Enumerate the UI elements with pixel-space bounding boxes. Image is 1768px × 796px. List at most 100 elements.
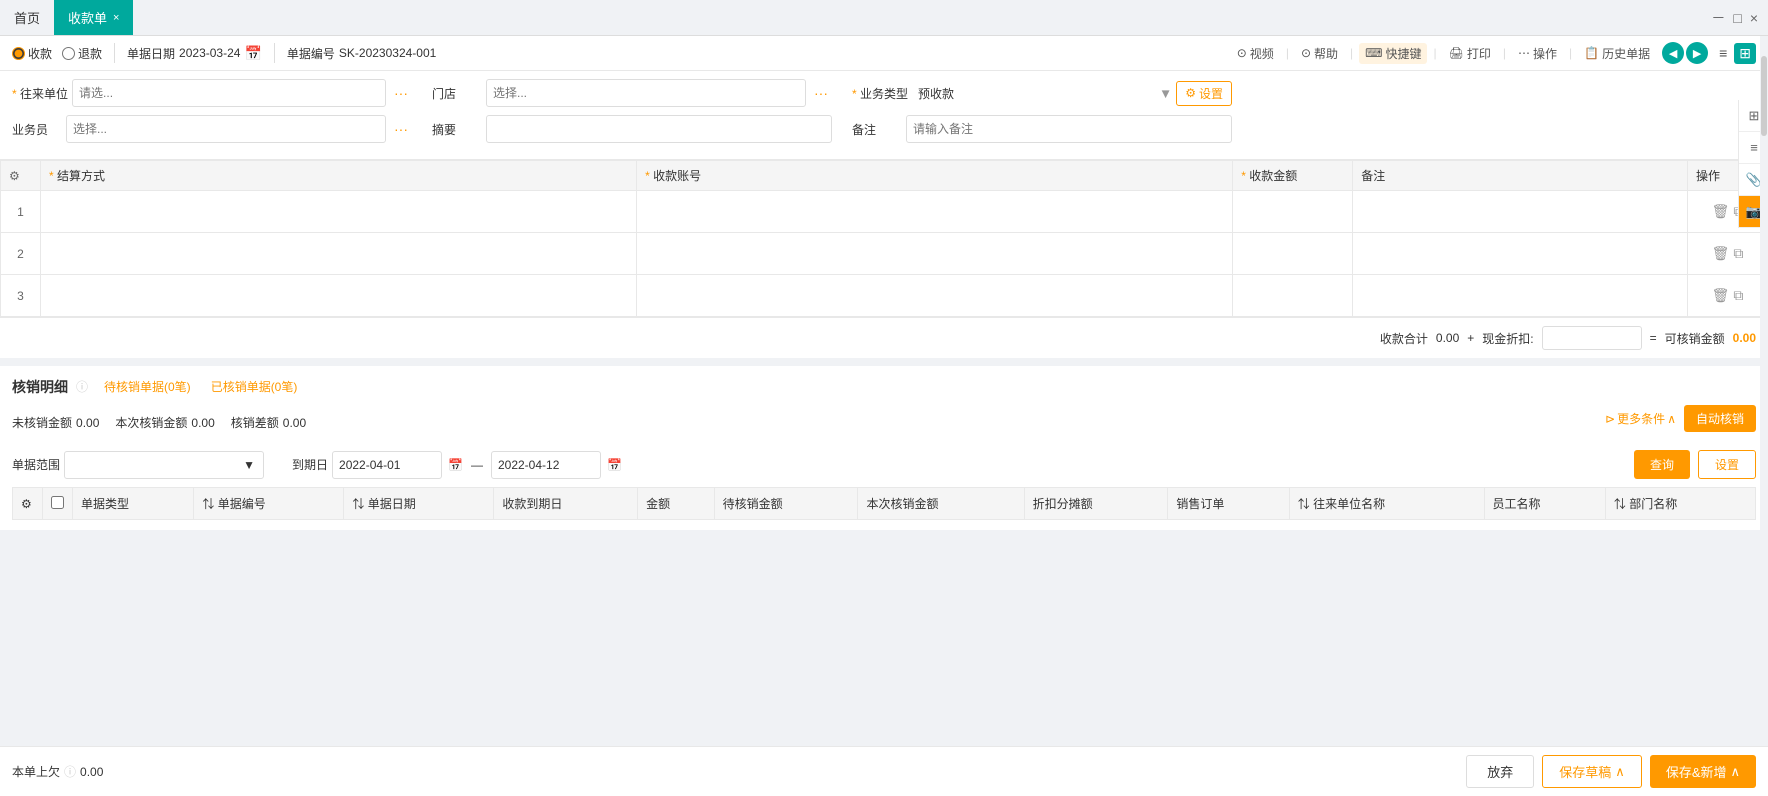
row-2-note[interactable] <box>1353 233 1688 275</box>
setting-btn[interactable]: ⚙ 设置 <box>1176 81 1232 106</box>
unrealized-label: 未核销金额 <box>12 414 72 431</box>
draft-btn[interactable]: 保存草稿 ∧ <box>1542 755 1642 788</box>
history-label: 历史单据 <box>1602 45 1650 62</box>
row-3-account[interactable] <box>637 275 1233 317</box>
draft-chevron-icon: ∧ <box>1615 764 1625 780</box>
row-1-amount[interactable] <box>1233 191 1353 233</box>
staff-field: 业务员 ··· <box>12 115 412 143</box>
table-row: 1 🗑 ⧉ <box>1 191 1768 233</box>
tab-receipt-label: 收款单 <box>68 8 107 27</box>
refund-radio[interactable]: 退款 <box>62 45 102 62</box>
tab-close-icon[interactable]: × <box>113 12 119 24</box>
discount-input[interactable] <box>1542 326 1642 350</box>
row-3-copy-icon[interactable]: ⧉ <box>1733 287 1743 304</box>
filter-row: 单据范围 ▼ 到期日 2022-04-01 📅 — 2022-04-12 📅 查… <box>12 450 1756 479</box>
verify-section: 核销明细 ⓘ 待核销单据(0笔) 已核销单据(0笔) 未核销金额 0.00 本次… <box>0 366 1768 530</box>
prev-value: 0.00 <box>80 765 103 779</box>
history-btn[interactable]: 📋 历史单据 <box>1578 43 1656 64</box>
row-2-amount[interactable] <box>1233 233 1353 275</box>
note-input[interactable] <box>906 115 1232 143</box>
row-num-2: 2 <box>1 233 41 275</box>
verify-toolbar: ⊳ 更多条件 ∧ 自动核销 <box>1605 405 1756 432</box>
layout-list-icon[interactable]: ≡ <box>1714 43 1732 64</box>
query-btn[interactable]: 查询 <box>1634 450 1690 479</box>
video-btn[interactable]: ⊙ 视频 <box>1231 43 1280 64</box>
row-3-amount[interactable] <box>1233 275 1353 317</box>
partner-input[interactable] <box>72 79 386 107</box>
partner-more-btn[interactable]: ··· <box>390 85 412 101</box>
verify-header: 核销明细 ⓘ 待核销单据(0笔) 已核销单据(0笔) <box>12 376 1756 397</box>
shortcut-btn[interactable]: ⌨ 快捷键 <box>1359 43 1427 64</box>
layout-grid-icon[interactable]: ⊞ <box>1734 43 1756 64</box>
due-to-input[interactable]: 2022-04-12 <box>491 451 601 479</box>
date-calendar-icon[interactable]: 📅 <box>244 45 261 62</box>
tab-done[interactable]: 已核销单据(0笔) <box>203 376 306 397</box>
note-field: 备注 <box>852 115 1232 143</box>
help-btn[interactable]: ⊙ 帮助 <box>1295 43 1344 64</box>
cal-from-icon[interactable]: 📅 <box>448 458 463 472</box>
staff-input[interactable] <box>66 115 386 143</box>
table-gear-icon[interactable]: ⚙ <box>9 169 20 183</box>
sub-col-date: ⇅ 单据日期 <box>344 488 494 520</box>
row-2-copy-icon[interactable]: ⧉ <box>1733 245 1743 262</box>
date-field: 单据日期 2023-03-24 📅 <box>127 45 262 62</box>
staff-more-btn[interactable]: ··· <box>390 121 412 137</box>
row-2-delete-icon[interactable]: 🗑 <box>1712 245 1730 262</box>
tab-pending[interactable]: 待核销单据(0笔) <box>96 376 199 397</box>
sub-col-duedate: 收款到期日 <box>494 488 638 520</box>
minimize-icon[interactable]: － <box>1711 8 1725 28</box>
range-label: 单据范围 <box>12 456 60 473</box>
verify-set-btn[interactable]: 设置 <box>1698 450 1756 479</box>
shop-more-btn[interactable]: ··· <box>810 85 832 101</box>
next-arrow[interactable]: ▶ <box>1686 42 1708 64</box>
toolbar-divider-v: | <box>1286 46 1289 60</box>
tab-receipt[interactable]: 收款单 × <box>54 0 133 35</box>
col-amount-header: 收款金额 <box>1233 161 1353 191</box>
receipt-radio[interactable]: 收款 <box>12 45 52 62</box>
discount-label: 现金折扣: <box>1482 330 1533 347</box>
summary-input[interactable] <box>486 115 832 143</box>
row-2-account[interactable] <box>637 233 1233 275</box>
row-2-settle[interactable] <box>41 233 637 275</box>
row-3-note[interactable] <box>1353 275 1688 317</box>
tab-home[interactable]: 首页 <box>0 0 54 35</box>
row-3-actions: 🗑 ⧉ <box>1688 275 1768 317</box>
sub-gear-icon[interactable]: ⚙ <box>21 497 32 511</box>
shop-input[interactable] <box>486 79 806 107</box>
prev-arrow[interactable]: ◀ <box>1662 42 1684 64</box>
more-conditions-btn[interactable]: ⊳ 更多条件 ∧ <box>1605 410 1676 427</box>
verify-info-icon[interactable]: ⓘ <box>76 378 88 395</box>
divider-1 <box>114 43 115 63</box>
cal-to-icon[interactable]: 📅 <box>607 458 622 472</box>
print-btn[interactable]: 🖨 打印 <box>1443 43 1497 64</box>
row-3-delete-icon[interactable]: 🗑 <box>1712 287 1730 304</box>
info-icon: ⓘ <box>64 763 76 780</box>
auto-verify-btn[interactable]: 自动核销 <box>1684 405 1756 432</box>
date-label: 单据日期 <box>127 45 175 62</box>
note-label: 备注 <box>852 121 902 138</box>
type-value: 预收款 <box>912 79 1155 107</box>
row-1-delete-icon[interactable]: 🗑 <box>1712 203 1730 220</box>
maximize-icon[interactable]: □ <box>1733 10 1741 26</box>
row-1-settle[interactable] <box>41 191 637 233</box>
sub-col-type: 单据类型 <box>73 488 194 520</box>
doc-no-label: 单据编号 <box>287 45 335 62</box>
print-icon: 🖨 <box>1449 46 1464 60</box>
range-select[interactable]: ▼ <box>64 451 264 479</box>
discard-btn[interactable]: 放弃 <box>1466 755 1534 788</box>
range-chevron-icon: ▼ <box>243 458 255 472</box>
action-btn[interactable]: ⋯ 操作 <box>1512 43 1563 64</box>
scrollbar[interactable] <box>1760 36 1768 746</box>
summary-row: 收款合计 0.00 + 现金折扣: = 可核销金额 0.00 <box>0 317 1768 358</box>
row-1-note[interactable] <box>1353 191 1688 233</box>
shop-label: 门店 <box>432 85 482 102</box>
save-btn[interactable]: 保存&新增 ∧ <box>1650 755 1756 788</box>
row-1-account[interactable] <box>637 191 1233 233</box>
type-chevron-icon[interactable]: ▼ <box>1159 86 1172 101</box>
toolbar-divider-v3: | <box>1433 46 1436 60</box>
window-close-icon[interactable]: × <box>1750 10 1758 26</box>
due-from-input[interactable]: 2022-04-01 <box>332 451 442 479</box>
row-3-settle[interactable] <box>41 275 637 317</box>
select-all-checkbox[interactable] <box>51 496 64 509</box>
sub-col-no: ⇅ 单据编号 <box>194 488 344 520</box>
